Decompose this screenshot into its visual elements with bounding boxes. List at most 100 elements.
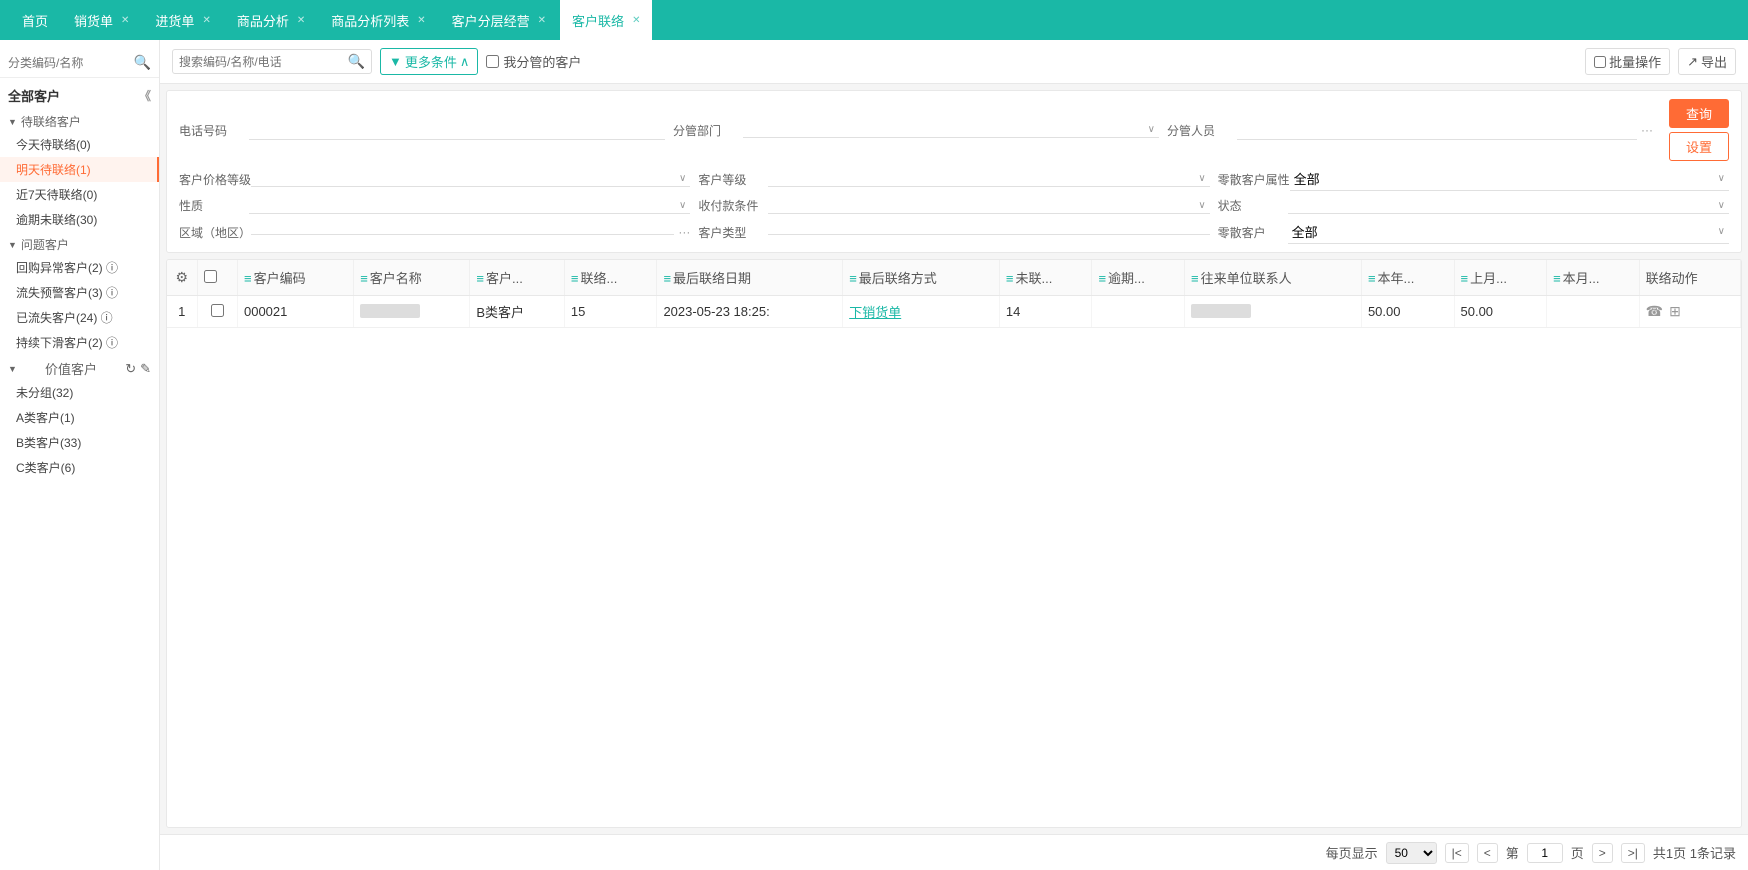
sidebar-item-churned[interactable]: 已流失客户(24) ⓘ [0,305,159,330]
cell-this-month [1547,296,1640,328]
gender-label: 性质 [179,197,249,214]
sidebar-item-repurchase-anomaly[interactable]: 回购异常客户(2) ⓘ [0,255,159,280]
sidebar-item-overdue-contact[interactable]: 逾期未联络(30) [0,207,159,232]
phone-input[interactable] [249,121,665,140]
more-conditions-button[interactable]: ▼ 更多条件 ∧ [380,48,478,75]
nav-purchase-order[interactable]: 进货单 ✕ [143,0,222,40]
col-contact-count[interactable]: ≡联络... [564,260,657,296]
sidebar-group-value-customers[interactable]: 价值客户 ↻ ✎ [0,355,159,380]
customer-type-select[interactable] [768,230,1209,235]
customer-grade-select[interactable]: ∨ [251,171,690,187]
cell-checkbox[interactable] [197,296,237,328]
my-customers-checkbox-wrap[interactable]: 我分管的客户 [486,52,581,71]
chevron-down-icon: ∨ [1718,226,1725,237]
grid-action-icon[interactable]: ⊞ [1669,303,1681,320]
sidebar-search-wrap: 🔍 [0,48,159,78]
col-last-contact-method[interactable]: ≡最后联络方式 [843,260,1000,296]
sidebar-item-tomorrow-contact[interactable]: 明天待联络(1) [0,157,159,182]
settings-button[interactable]: 设置 [1669,132,1729,161]
manager-dots-button[interactable]: ··· [1641,123,1653,137]
sidebar: 🔍 全部客户 《 待联络客户 今天待联络(0) 明天待联络(1) 近7天待联络(… [0,40,160,870]
cell-actions: ☎ ⊞ [1639,296,1740,328]
manager-input[interactable] [1237,121,1637,140]
sidebar-item-class-b[interactable]: B类客户(33) [0,430,159,455]
customer-level-select[interactable]: ∨ [768,171,1209,187]
region-select[interactable] [251,230,674,235]
export-button[interactable]: ↗ 导出 [1678,48,1736,75]
first-page-button[interactable]: |< [1445,843,1469,863]
chevron-down-icon: ∨ [679,173,686,184]
col-this-month[interactable]: ≡本月... [1547,260,1640,296]
chevron-left-icon[interactable]: 《 [139,87,151,104]
filter-region: 区域（地区） ··· [179,224,690,241]
sidebar-item-7days-contact[interactable]: 近7天待联络(0) [0,182,159,207]
edit-icon[interactable]: ✎ [140,361,151,377]
gender-select[interactable]: ∨ [249,198,690,214]
search-input[interactable] [179,55,348,69]
sidebar-item-class-a[interactable]: A类客户(1) [0,405,159,430]
nav-sales-order[interactable]: 销货单 ✕ [62,0,141,40]
close-icon[interactable]: ✕ [121,15,129,26]
dept-select[interactable]: ∨ [743,122,1159,138]
col-customer-name[interactable]: ≡客户名称 [354,260,470,296]
col-last-contact-date[interactable]: ≡最后联络日期 [657,260,843,296]
batch-checkbox[interactable] [1594,56,1606,68]
my-customers-checkbox[interactable] [486,55,499,68]
col-checkbox[interactable] [197,260,237,296]
next-page-button[interactable]: > [1592,843,1613,863]
col-customer-type[interactable]: ≡客户... [470,260,564,296]
refresh-icon[interactable]: ↻ [125,361,136,377]
nav-customer-contact[interactable]: 客户联络 ✕ [560,0,652,40]
sidebar-search-input[interactable] [8,56,134,70]
cell-contact-person [1185,296,1362,328]
page-size-select[interactable]: 50 100 [1386,842,1437,864]
close-icon[interactable]: ✕ [297,15,305,26]
last-page-button[interactable]: >| [1621,843,1645,863]
col-settings[interactable]: ⚙ [167,260,197,296]
sidebar-group-problem-customers[interactable]: 问题客户 [0,232,159,255]
close-icon[interactable]: ✕ [417,15,425,26]
col-this-year[interactable]: ≡本年... [1361,260,1454,296]
sidebar-group-pending-contact[interactable]: 待联络客户 [0,109,159,132]
search-button[interactable]: 🔍 [348,53,365,70]
page-number-input[interactable] [1527,843,1563,863]
prev-page-button[interactable]: < [1477,843,1498,863]
chevron-down-icon: ∨ [679,200,686,211]
customer-level-label: 客户等级 [698,171,768,188]
close-icon[interactable]: ✕ [202,15,210,26]
col-last-month[interactable]: ≡上月... [1454,260,1547,296]
row-checkbox[interactable] [211,304,224,317]
col-customer-code[interactable]: ≡客户编码 [237,260,353,296]
sidebar-item-declining[interactable]: 持续下滑客户(2) ⓘ [0,330,159,355]
search-icon[interactable]: 🔍 [134,54,151,71]
region-dots-button[interactable]: ··· [678,225,690,239]
payment-select[interactable]: ∨ [768,198,1209,214]
select-all-checkbox[interactable] [204,270,217,283]
filter-row-1: 电话号码 分管部门 ∨ 分管人员 ··· 查询 设置 [179,99,1729,161]
sidebar-item-churn-warning[interactable]: 流失预警客户(3) ⓘ [0,280,159,305]
settings-icon[interactable]: ⚙ [175,269,188,285]
filter-row-2: 客户价格等级 ∨ 客户等级 ∨ 零散客户属性 全部 [179,167,1729,191]
phone-action-icon[interactable]: ☎ [1646,303,1663,320]
retail-attr-select[interactable]: 全部 ∨ [1290,167,1729,191]
nav-customer-segment[interactable]: 客户分层经营 ✕ [440,0,558,40]
status-select[interactable]: ∨ [1288,198,1729,214]
cell-last-method[interactable]: 下销货单 [843,296,1000,328]
nav-product-analysis[interactable]: 商品分析 ✕ [225,0,317,40]
col-contact-person[interactable]: ≡往来单位联系人 [1185,260,1362,296]
filter-panel: 电话号码 分管部门 ∨ 分管人员 ··· 查询 设置 [166,90,1742,253]
sidebar-item-ungrouped[interactable]: 未分组(32) [0,380,159,405]
retail-customer-select[interactable]: 全部 ∨ [1288,220,1729,244]
sidebar-item-today-contact[interactable]: 今天待联络(0) [0,132,159,157]
content-area: 🔍 ▼ 更多条件 ∧ 我分管的客户 批量操作 ↗ 导出 [160,40,1748,870]
close-icon[interactable]: ✕ [538,15,546,26]
close-icon[interactable]: ✕ [632,15,640,26]
batch-ops-button[interactable]: 批量操作 [1585,48,1670,75]
query-button[interactable]: 查询 [1669,99,1729,128]
col-unlinked[interactable]: ≡未联... [999,260,1092,296]
nav-product-analysis-list[interactable]: 商品分析列表 ✕ [319,0,437,40]
all-customers-header[interactable]: 全部客户 《 [0,82,159,109]
col-overdue[interactable]: ≡逾期... [1092,260,1185,296]
sidebar-item-class-c[interactable]: C类客户(6) [0,455,159,480]
nav-home[interactable]: 首页 [10,0,60,40]
